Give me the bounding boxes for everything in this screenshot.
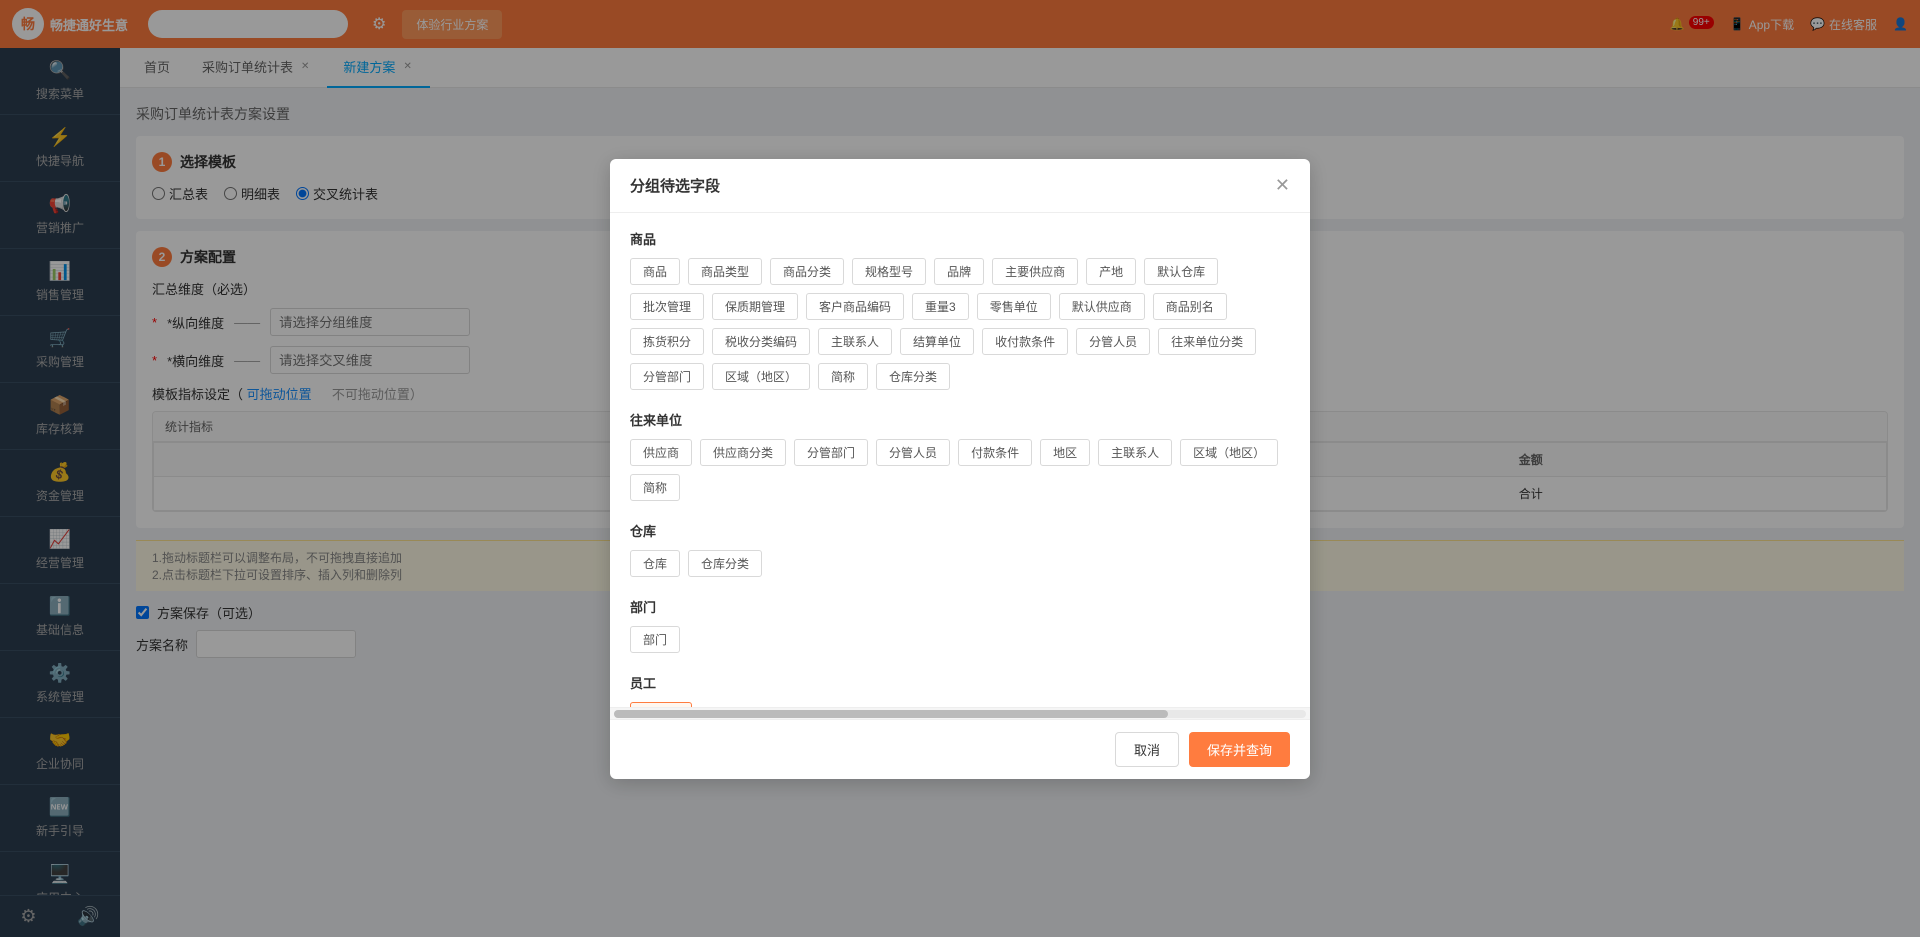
section-partner-title: 往来单位 <box>630 410 1290 429</box>
tag-partner-payment[interactable]: 付款条件 <box>958 439 1032 466</box>
tag-product-type[interactable]: 商品类型 <box>688 258 762 285</box>
tag-warehouse[interactable]: 仓库 <box>630 550 680 577</box>
tag-region[interactable]: 区域（地区） <box>712 363 810 390</box>
tag-partner-region[interactable]: 地区 <box>1040 439 1090 466</box>
tag-payment-terms[interactable]: 收付款条件 <box>982 328 1068 355</box>
tag-weight[interactable]: 重量3 <box>912 293 969 320</box>
tag-short-name[interactable]: 简称 <box>818 363 868 390</box>
tag-partner-shortname[interactable]: 简称 <box>630 474 680 501</box>
section-product-tags: 商品 商品类型 商品分类 规格型号 品牌 主要供应商 产地 默认仓库 批次管理 … <box>630 258 1290 390</box>
tag-settlement-unit[interactable]: 结算单位 <box>900 328 974 355</box>
section-product-title: 商品 <box>630 229 1290 248</box>
tag-pick-points[interactable]: 拣货积分 <box>630 328 704 355</box>
section-dept: 部门 部门 <box>630 597 1290 653</box>
tag-spec-model[interactable]: 规格型号 <box>852 258 926 285</box>
tag-customer-code[interactable]: 客户商品编码 <box>806 293 904 320</box>
section-dept-tags: 部门 <box>630 626 1290 653</box>
tag-supervisor[interactable]: 分管人员 <box>1076 328 1150 355</box>
tag-partner-category[interactable]: 往来单位分类 <box>1158 328 1256 355</box>
tag-alias[interactable]: 商品别名 <box>1153 293 1227 320</box>
overlay: 分组待选字段 ✕ 商品 商品 商品类型 商品分类 规格型号 品牌 主要供应商 产… <box>0 0 1920 937</box>
confirm-button[interactable]: 保存并查询 <box>1189 732 1290 767</box>
tag-default-supplier[interactable]: 默认供应商 <box>1059 293 1145 320</box>
tag-warehouse-category[interactable]: 仓库分类 <box>876 363 950 390</box>
modal-body[interactable]: 商品 商品 商品类型 商品分类 规格型号 品牌 主要供应商 产地 默认仓库 批次… <box>610 213 1310 707</box>
section-employee: 员工 业务员 <box>630 673 1290 707</box>
tag-main-contact[interactable]: 主联系人 <box>818 328 892 355</box>
tag-main-supplier[interactable]: 主要供应商 <box>992 258 1078 285</box>
section-warehouse-title: 仓库 <box>630 521 1290 540</box>
section-warehouse-tags: 仓库 仓库分类 <box>630 550 1290 577</box>
tag-product-category[interactable]: 商品分类 <box>770 258 844 285</box>
tag-dept[interactable]: 部门 <box>630 626 680 653</box>
modal-header: 分组待选字段 ✕ <box>610 159 1310 213</box>
tag-partner-dept[interactable]: 分管部门 <box>794 439 868 466</box>
cancel-button[interactable]: 取消 <box>1115 732 1179 767</box>
tag-partner-area[interactable]: 区域（地区） <box>1180 439 1278 466</box>
tag-default-warehouse[interactable]: 默认仓库 <box>1144 258 1218 285</box>
modal-scroll-bottom <box>610 707 1310 719</box>
modal-title: 分组待选字段 <box>630 175 720 196</box>
tag-supplier-category[interactable]: 供应商分类 <box>700 439 786 466</box>
tag-origin[interactable]: 产地 <box>1086 258 1136 285</box>
section-partner: 往来单位 供应商 供应商分类 分管部门 分管人员 付款条件 地区 主联系人 区域… <box>630 410 1290 501</box>
section-warehouse: 仓库 仓库 仓库分类 <box>630 521 1290 577</box>
tag-brand[interactable]: 品牌 <box>934 258 984 285</box>
tag-dept-supervised[interactable]: 分管部门 <box>630 363 704 390</box>
tag-batch-mgmt[interactable]: 批次管理 <box>630 293 704 320</box>
hscroll-thumb[interactable] <box>614 710 1168 718</box>
section-employee-title: 员工 <box>630 673 1290 692</box>
tag-partner-supervisor[interactable]: 分管人员 <box>876 439 950 466</box>
tag-partner-contact[interactable]: 主联系人 <box>1098 439 1172 466</box>
modal: 分组待选字段 ✕ 商品 商品 商品类型 商品分类 规格型号 品牌 主要供应商 产… <box>610 159 1310 779</box>
section-partner-tags: 供应商 供应商分类 分管部门 分管人员 付款条件 地区 主联系人 区域（地区） … <box>630 439 1290 501</box>
section-dept-title: 部门 <box>630 597 1290 616</box>
tag-tax-code[interactable]: 税收分类编码 <box>712 328 810 355</box>
tag-supplier[interactable]: 供应商 <box>630 439 692 466</box>
modal-footer: 取消 保存并查询 <box>610 719 1310 779</box>
tag-warehouse-cat[interactable]: 仓库分类 <box>688 550 762 577</box>
tag-product[interactable]: 商品 <box>630 258 680 285</box>
modal-close-icon[interactable]: ✕ <box>1275 176 1290 194</box>
section-product: 商品 商品 商品类型 商品分类 规格型号 品牌 主要供应商 产地 默认仓库 批次… <box>630 229 1290 390</box>
tag-shelf-life[interactable]: 保质期管理 <box>712 293 798 320</box>
tag-retail-unit[interactable]: 零售单位 <box>977 293 1051 320</box>
hscroll-track <box>614 710 1306 718</box>
